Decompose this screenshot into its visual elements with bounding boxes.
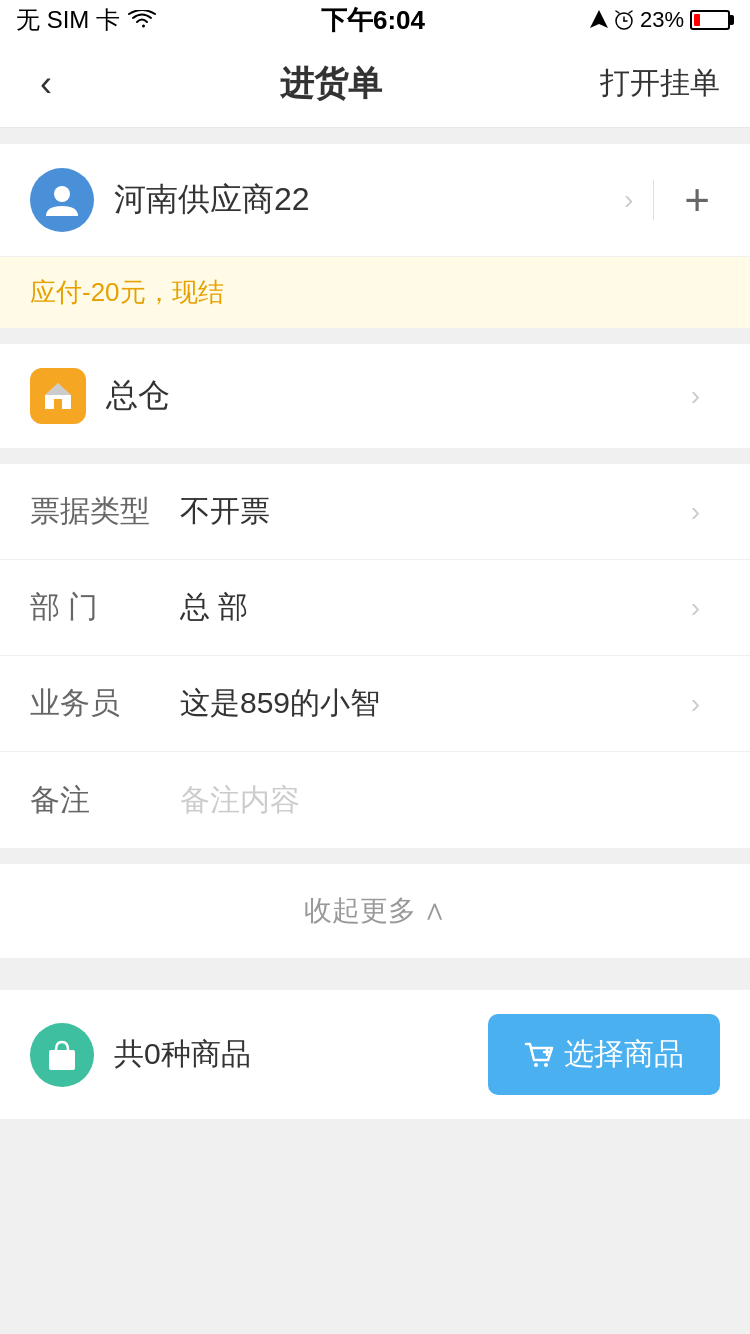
alarm-icon bbox=[614, 10, 634, 30]
battery-icon bbox=[690, 10, 734, 30]
supplier-name: 河南供应商22 bbox=[114, 178, 624, 222]
warehouse-name: 总仓 bbox=[106, 374, 691, 418]
supplier-section: 河南供应商22 › + 应付-20元，现结 bbox=[0, 144, 750, 328]
invoice-type-chevron-icon: › bbox=[691, 496, 700, 528]
status-time: 下午6:04 bbox=[321, 3, 425, 38]
invoice-type-value: 不开票 bbox=[170, 491, 691, 532]
carrier-label: 无 SIM 卡 bbox=[16, 4, 120, 36]
invoice-type-label: 票据类型 bbox=[30, 491, 170, 532]
product-count-label: 共0种商品 bbox=[114, 1034, 468, 1075]
warehouse-chevron-icon: › bbox=[691, 380, 700, 412]
department-label: 部 门 bbox=[30, 587, 170, 628]
remark-input[interactable]: 备注内容 bbox=[170, 780, 720, 821]
salesperson-row[interactable]: 业务员 这是859的小智 › bbox=[0, 656, 750, 752]
select-product-label: 选择商品 bbox=[564, 1034, 684, 1075]
open-pending-button[interactable]: 打开挂单 bbox=[600, 63, 720, 104]
status-left: 无 SIM 卡 bbox=[16, 4, 156, 36]
back-button[interactable]: ‹ bbox=[30, 53, 62, 115]
vertical-divider bbox=[653, 180, 654, 220]
svg-point-8 bbox=[534, 1063, 538, 1067]
notice-text: 应付-20元，现结 bbox=[30, 277, 224, 307]
invoice-type-row[interactable]: 票据类型 不开票 › bbox=[0, 464, 750, 560]
select-product-button[interactable]: 选择商品 bbox=[488, 1014, 720, 1095]
department-value: 总 部 bbox=[170, 587, 691, 628]
wifi-icon bbox=[128, 10, 156, 30]
form-section: 票据类型 不开票 › 部 门 总 部 › 业务员 这是859的小智 › 备注 备… bbox=[0, 464, 750, 848]
page-background bbox=[0, 1119, 750, 1334]
cart-add-icon bbox=[524, 1040, 554, 1070]
nav-bar: ‹ 进货单 打开挂单 bbox=[0, 40, 750, 128]
status-bar: 无 SIM 卡 下午6:04 23% bbox=[0, 0, 750, 40]
location-icon bbox=[590, 10, 608, 30]
remark-row[interactable]: 备注 备注内容 bbox=[0, 752, 750, 848]
department-chevron-icon: › bbox=[691, 592, 700, 624]
svg-rect-6 bbox=[54, 399, 62, 409]
page-title: 进货单 bbox=[280, 61, 382, 107]
status-right: 23% bbox=[590, 7, 734, 33]
supplier-avatar bbox=[30, 168, 94, 232]
svg-rect-7 bbox=[49, 1050, 75, 1070]
collapse-button[interactable]: 收起更多 ∧ bbox=[0, 864, 750, 958]
person-icon bbox=[42, 180, 82, 220]
svg-line-4 bbox=[629, 11, 632, 13]
svg-point-9 bbox=[544, 1063, 548, 1067]
section-gap-2 bbox=[0, 328, 750, 344]
section-gap-1 bbox=[0, 128, 750, 144]
notice-banner: 应付-20元，现结 bbox=[0, 257, 750, 328]
bottom-bar: 共0种商品 选择商品 bbox=[0, 990, 750, 1119]
svg-line-3 bbox=[616, 11, 619, 13]
add-supplier-button[interactable]: + bbox=[674, 175, 720, 225]
collapse-label: 收起更多 ∧ bbox=[304, 892, 447, 930]
salesperson-label: 业务员 bbox=[30, 683, 170, 724]
salesperson-chevron-icon: › bbox=[691, 688, 700, 720]
battery-percent: 23% bbox=[640, 7, 684, 33]
shopping-bag-icon bbox=[43, 1036, 81, 1074]
remark-label: 备注 bbox=[30, 780, 170, 821]
warehouse-icon-wrap bbox=[30, 368, 86, 424]
section-gap-3 bbox=[0, 958, 750, 974]
product-icon-wrap bbox=[30, 1023, 94, 1087]
svg-point-5 bbox=[54, 186, 70, 202]
warehouse-row[interactable]: 总仓 › bbox=[0, 344, 750, 448]
department-row[interactable]: 部 门 总 部 › bbox=[0, 560, 750, 656]
supplier-row[interactable]: 河南供应商22 › + bbox=[0, 144, 750, 257]
warehouse-section: 总仓 › bbox=[0, 344, 750, 448]
salesperson-value: 这是859的小智 bbox=[170, 683, 691, 724]
supplier-chevron-icon: › bbox=[624, 184, 633, 216]
house-icon bbox=[41, 379, 75, 413]
